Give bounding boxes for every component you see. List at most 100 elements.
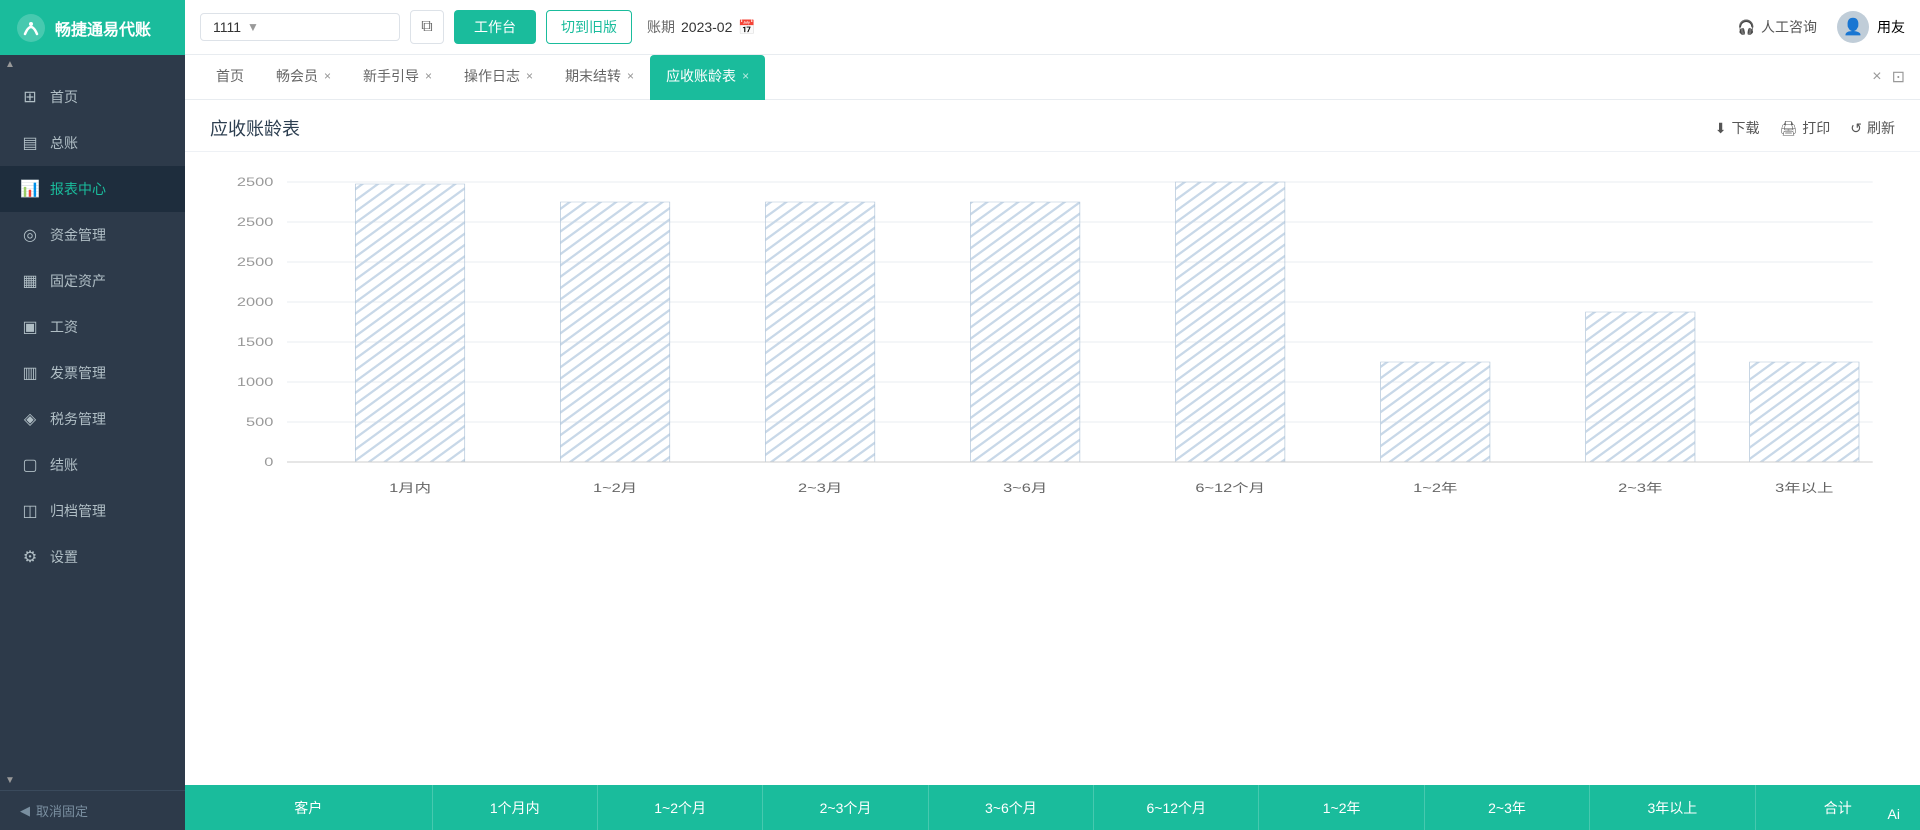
sidebar-item-settings[interactable]: ⚙ 设置: [0, 534, 185, 580]
closing-icon: ▢: [20, 455, 40, 475]
sidebar-item-closing[interactable]: ▢ 结账: [0, 442, 185, 488]
svg-text:1月内: 1月内: [389, 481, 431, 495]
svg-text:3年以上: 3年以上: [1775, 481, 1833, 495]
avatar: 👤: [1837, 11, 1869, 43]
sidebar-item-invoice[interactable]: ▥ 发票管理: [0, 350, 185, 396]
tab-aging-close[interactable]: ×: [742, 69, 749, 83]
svg-text:1~2年: 1~2年: [1413, 481, 1457, 495]
sidebar-scroll-down[interactable]: ▼: [0, 771, 20, 790]
main-area: 1111 ▼ ⧉ 工作台 切到旧版 账期 2023-02 📅 🎧 人工咨询 👤 …: [185, 0, 1920, 830]
tab-log[interactable]: 操作日志 ×: [448, 55, 549, 100]
app-logo: 畅捷通易代账: [0, 0, 185, 55]
consult-label: 人工咨询: [1761, 17, 1817, 37]
svg-text:500: 500: [246, 416, 273, 429]
close-window-button[interactable]: ×: [1872, 68, 1881, 86]
tab-aging-label: 应收账龄表: [666, 66, 736, 86]
top-header: 1111 ▼ ⧉ 工作台 切到旧版 账期 2023-02 📅 🎧 人工咨询 👤 …: [185, 0, 1920, 55]
sidebar-label-archive: 归档管理: [50, 501, 106, 521]
sidebar-label-home: 首页: [50, 87, 78, 107]
tab-guide-close[interactable]: ×: [425, 69, 432, 83]
expand-window-button[interactable]: ⊡: [1892, 67, 1905, 87]
sidebar-item-tax[interactable]: ◈ 税务管理: [0, 396, 185, 442]
assets-icon: ▦: [20, 271, 40, 291]
logo-icon: [15, 12, 47, 44]
svg-text:0: 0: [264, 456, 273, 469]
print-icon: 🖨: [1779, 120, 1797, 137]
archive-icon: ◫: [20, 501, 40, 521]
svg-text:6~12个月: 6~12个月: [1195, 481, 1265, 495]
sidebar-item-payroll[interactable]: ▣ 工资: [0, 304, 185, 350]
tab-guide[interactable]: 新手引导 ×: [347, 55, 448, 100]
svg-text:1500: 1500: [237, 336, 273, 349]
svg-text:2500: 2500: [237, 216, 273, 229]
tab-closing[interactable]: 期末结转 ×: [549, 55, 650, 100]
copy-button[interactable]: ⧉: [410, 10, 444, 44]
download-icon: ⬇: [1715, 120, 1727, 137]
funds-icon: ◎: [20, 225, 40, 245]
cancel-pin-label: 取消固定: [36, 801, 88, 820]
workspace-button[interactable]: 工作台: [454, 10, 536, 44]
tax-icon: ◈: [20, 409, 40, 429]
svg-text:2~3年: 2~3年: [1618, 481, 1662, 495]
sidebar-label-payroll: 工资: [50, 317, 78, 337]
svg-text:1~2月: 1~2月: [593, 482, 637, 495]
tab-home[interactable]: 首页: [200, 55, 260, 100]
sidebar-item-archive[interactable]: ◫ 归档管理: [0, 488, 185, 534]
tab-guide-label: 新手引导: [363, 66, 419, 86]
th-customer: 客户: [185, 785, 433, 830]
sidebar-label-closing: 结账: [50, 455, 78, 475]
sidebar-item-assets[interactable]: ▦ 固定资产: [0, 258, 185, 304]
period-label: 账期: [647, 17, 675, 37]
settings-icon: ⚙: [20, 547, 40, 567]
tab-closing-close[interactable]: ×: [627, 69, 634, 83]
tab-log-close[interactable]: ×: [526, 69, 533, 83]
sidebar-item-funds[interactable]: ◎ 资金管理: [0, 212, 185, 258]
ai-badge[interactable]: Ai: [1868, 798, 1920, 830]
user-avatar-icon: 👤: [1843, 17, 1863, 37]
calendar-icon[interactable]: 📅: [738, 19, 755, 36]
download-button[interactable]: ⬇ 下载: [1715, 118, 1760, 138]
print-button[interactable]: 🖨 打印: [1779, 118, 1830, 138]
tab-log-label: 操作日志: [464, 66, 520, 86]
sidebar-scroll-up[interactable]: ▲: [0, 55, 20, 74]
tab-member[interactable]: 畅会员 ×: [260, 55, 347, 100]
company-dropdown-icon: ▼: [247, 20, 259, 34]
content-area: 应收账龄表 ⬇ 下载 🖨 打印 ↺ 刷新: [185, 100, 1920, 830]
sidebar-item-home[interactable]: ⊞ 首页: [0, 74, 185, 120]
tab-closing-label: 期末结转: [565, 66, 621, 86]
th-3-6month: 3~6个月: [929, 785, 1094, 830]
home-icon: ⊞: [20, 87, 40, 107]
tab-aging[interactable]: 应收账龄表 ×: [650, 55, 765, 100]
refresh-label: 刷新: [1867, 118, 1895, 138]
company-selector[interactable]: 1111 ▼: [200, 13, 400, 41]
sidebar-label-invoice: 发票管理: [50, 363, 106, 383]
sidebar: 畅捷通易代账 ▲ ⊞ 首页 ▤ 总账 📊 报表中心 ◎ 资金管理 ▦ 固定资产 …: [0, 0, 185, 830]
reports-icon: 📊: [20, 179, 40, 199]
window-controls: × ⊡: [1872, 67, 1905, 87]
tab-home-label: 首页: [216, 66, 244, 86]
company-name: 1111: [213, 19, 241, 35]
user-info[interactable]: 👤 用友: [1837, 11, 1905, 43]
svg-text:2~3月: 2~3月: [798, 482, 842, 495]
sidebar-label-settings: 设置: [50, 547, 78, 567]
svg-text:2000: 2000: [237, 296, 273, 309]
bar-chart: 0 500 1000 1500 2000 2500 2500 2500: [205, 162, 1900, 532]
app-name: 畅捷通易代账: [55, 16, 151, 40]
period-info: 账期 2023-02 📅: [647, 17, 756, 37]
headset-icon: 🎧: [1738, 19, 1755, 36]
sidebar-label-assets: 固定资产: [50, 271, 106, 291]
download-label: 下载: [1731, 118, 1759, 138]
svg-text:2500: 2500: [237, 176, 273, 189]
content-header: 应收账龄表 ⬇ 下载 🖨 打印 ↺ 刷新: [185, 100, 1920, 152]
sidebar-item-reports[interactable]: 📊 报表中心: [0, 166, 185, 212]
sidebar-item-ledger[interactable]: ▤ 总账: [0, 120, 185, 166]
tab-member-close[interactable]: ×: [324, 69, 331, 83]
cancel-pin-btn[interactable]: ◀ 取消固定: [0, 790, 185, 830]
th-2-3month: 2~3个月: [763, 785, 928, 830]
switch-version-button[interactable]: 切到旧版: [546, 10, 632, 44]
th-1-2month: 1~2个月: [598, 785, 763, 830]
consult-button[interactable]: 🎧 人工咨询: [1738, 17, 1817, 37]
sidebar-nav: ⊞ 首页 ▤ 总账 📊 报表中心 ◎ 资金管理 ▦ 固定资产 ▣ 工资 ▥ 发票…: [0, 74, 185, 771]
period-value: 2023-02: [681, 19, 732, 35]
refresh-button[interactable]: ↺ 刷新: [1850, 118, 1895, 138]
